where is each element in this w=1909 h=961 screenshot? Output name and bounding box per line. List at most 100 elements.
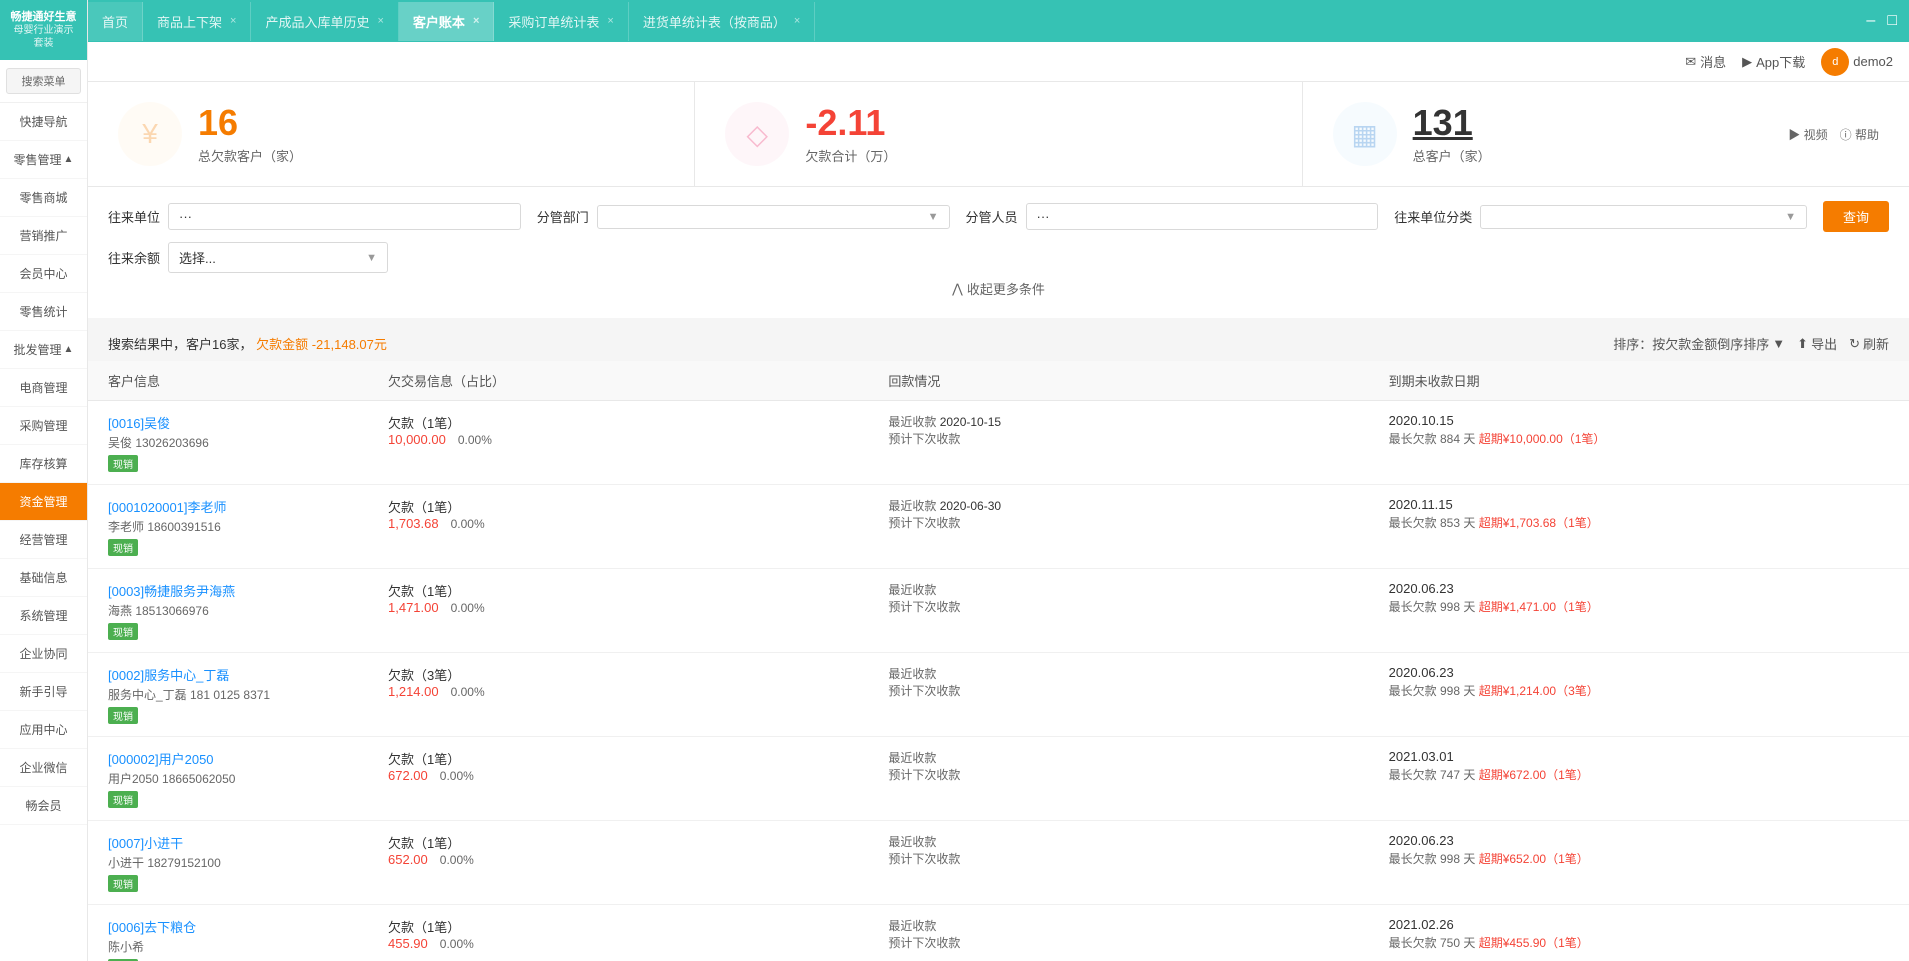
sidebar-item-member[interactable]: 会员中心 [0, 255, 87, 293]
debt-amount-1[interactable]: 1,703.68 [388, 516, 439, 531]
balance-select[interactable]: 选择... ▼ [168, 242, 388, 273]
refresh-btn[interactable]: ↻ 刷新 [1849, 334, 1889, 353]
partner-input[interactable]: ··· [168, 203, 521, 230]
search-menu-button[interactable]: 搜索菜单 [6, 68, 81, 94]
sidebar-item-enterprise[interactable]: 企业协同 [0, 635, 87, 673]
overdue-link-2[interactable]: 超期¥1,471.00（1笔） [1479, 600, 1599, 614]
filter-area: 往来单位 ··· 分管部门 ▼ 分管人员 ··· [88, 187, 1909, 318]
search-button[interactable]: 查询 [1823, 201, 1889, 232]
overdue-link-4[interactable]: 超期¥672.00（1笔） [1479, 768, 1589, 782]
sidebar-item-app-center[interactable]: 应用中心 [0, 711, 87, 749]
sidebar-logo[interactable]: 畅捷通好生意 母婴行业演示套装 [0, 0, 87, 60]
customer-tag-0: 现销 [108, 455, 138, 472]
customer-name-6[interactable]: [0006]去下粮仓 [108, 920, 196, 935]
sidebar-item-finance[interactable]: 资金管理 [0, 483, 87, 521]
sidebar-item-vip[interactable]: 畅会员 [0, 787, 87, 825]
customer-phone-1: 李老师 18600391516 [108, 518, 388, 535]
export-btn[interactable]: ⬆ 导出 [1797, 334, 1837, 353]
overdue-link-5[interactable]: 超期¥652.00（1笔） [1479, 852, 1589, 866]
debt-count-1: 欠款（1笔） [388, 497, 888, 516]
sidebar-search[interactable]: 搜索菜单 [0, 60, 87, 103]
collapse-button[interactable]: ⋀ 收起更多条件 [108, 273, 1889, 304]
tab-products-offline[interactable]: 商品上下架× [143, 2, 251, 41]
partner-type-select[interactable]: ▼ [1480, 205, 1807, 229]
customer-name-5[interactable]: [0007]小进干 [108, 836, 183, 851]
sort-label[interactable]: 排序：按欠款金额倒序排序 ▼ [1613, 334, 1785, 353]
tab-close-products-offline[interactable]: × [230, 15, 236, 27]
tab-close-production-history[interactable]: × [377, 15, 383, 27]
total-customers-number[interactable]: 131 [1413, 103, 1773, 143]
customer-phone-6: 陈小希 [108, 938, 388, 955]
partner-label: 往来单位 [108, 207, 160, 226]
partner-dots: ··· [179, 209, 192, 224]
overdue-link-3[interactable]: 超期¥1,214.00（3笔） [1479, 684, 1599, 698]
customer-phone-3: 服务中心_丁磊 181 0125 8371 [108, 686, 388, 703]
overdue-link-1[interactable]: 超期¥1,703.68（1笔） [1479, 516, 1599, 530]
manager-input[interactable]: ··· [1026, 203, 1379, 230]
table-col-1: 欠交易信息（占比） [388, 371, 888, 390]
sidebar-item-marketing[interactable]: 营销推广 [0, 217, 87, 255]
debt-count-5: 欠款（1笔） [388, 833, 888, 852]
stats-row: ¥ 16 总欠款客户（家） ◇ -2.11 欠款合计（万） ▦ 131 总客户（… [88, 82, 1909, 187]
tab-label-customer-account: 客户账本 [413, 12, 465, 31]
sidebar-item-wechat[interactable]: 企业微信 [0, 749, 87, 787]
sidebar-item-retail-stats[interactable]: 零售统计 [0, 293, 87, 331]
tab-production-history[interactable]: 产成品入库单历史× [251, 2, 398, 41]
balance-filter: 往来余额 选择... ▼ [108, 242, 388, 273]
minimize-button[interactable]: – [1862, 8, 1879, 34]
sidebar-item-newbie[interactable]: 新手引导 [0, 673, 87, 711]
debt-amount-6[interactable]: 455.90 [388, 936, 428, 951]
customer-name-4[interactable]: [000002]用户2050 [108, 752, 214, 767]
owed-amount-number[interactable]: -2.11 [805, 103, 1271, 143]
tab-close-customer-account[interactable]: × [473, 15, 479, 27]
sidebar-item-inventory[interactable]: 库存核算 [0, 445, 87, 483]
debt-amount-2[interactable]: 1,471.00 [388, 600, 439, 615]
customer-cell-1: [0001020001]李老师 李老师 18600391516 现销 [108, 497, 388, 556]
due-date-1: 2020.11.15 [1389, 497, 1889, 512]
sidebar-item-quick-nav[interactable]: 快捷导航 [0, 103, 87, 141]
debt-amount-3[interactable]: 1,214.00 [388, 684, 439, 699]
debt-pct-2: 0.00% [451, 601, 485, 615]
overdue-link-6[interactable]: 超期¥455.90（1笔） [1479, 936, 1589, 950]
due-date-3: 2020.06.23 [1389, 665, 1889, 680]
debt-count-6: 欠款（1笔） [388, 917, 888, 936]
user-profile[interactable]: d demo2 [1821, 48, 1893, 76]
customer-name-0[interactable]: [0016]吴俊 [108, 416, 170, 431]
customer-name-2[interactable]: [0003]畅捷服务尹海燕 [108, 584, 235, 599]
customer-name-1[interactable]: [0001020001]李老师 [108, 500, 227, 515]
sidebar-item-basic-info[interactable]: 基础信息 [0, 559, 87, 597]
debt-amount-5[interactable]: 652.00 [388, 852, 428, 867]
owed-customers-number[interactable]: 16 [198, 103, 664, 143]
sidebar-item-system[interactable]: 系统管理 [0, 597, 87, 635]
sidebar-item-ecommerce[interactable]: 电商管理 [0, 369, 87, 407]
due-date-4: 2021.03.01 [1389, 749, 1889, 764]
tab-home[interactable]: 首页 [88, 2, 143, 41]
last-payment-label-4: 最近收款 [888, 751, 936, 765]
sidebar-item-purchase[interactable]: 采购管理 [0, 407, 87, 445]
sidebar-item-batch-mgmt[interactable]: 批发管理▲ [0, 331, 87, 369]
overdue-info-5: 最长欠款 998 天 超期¥652.00（1笔） [1389, 850, 1889, 867]
sort-arrow-icon: ▼ [1772, 336, 1785, 351]
debt-amount-0[interactable]: 10,000.00 [388, 432, 446, 447]
sidebar-item-retail-mgmt[interactable]: 零售管理▲ [0, 141, 87, 179]
department-select[interactable]: ▼ [597, 205, 950, 229]
overdue-link-0[interactable]: 超期¥10,000.00（1笔） [1479, 432, 1606, 446]
tab-close-purchase-order[interactable]: × [607, 15, 613, 27]
next-payment-info-6: 预计下次收款 [888, 934, 1388, 951]
app-download-btn[interactable]: ▶ App下载 [1742, 52, 1805, 71]
tab-inventory-stats[interactable]: 进货单统计表（按商品）× [629, 2, 815, 41]
results-amount: 欠款金额 -21,148.07元 [256, 337, 387, 352]
sidebar-item-retail-mall[interactable]: 零售商城 [0, 179, 87, 217]
next-payment-label-2: 预计下次收款 [888, 600, 960, 614]
tab-customer-account[interactable]: 客户账本 × [399, 2, 494, 41]
debt-amount-4[interactable]: 672.00 [388, 768, 428, 783]
sidebar-item-operations[interactable]: 经营管理 [0, 521, 87, 559]
help-btn[interactable]: ⓘ 帮助 [1840, 126, 1879, 143]
tab-close-inventory-stats[interactable]: × [794, 15, 800, 27]
tab-purchase-order[interactable]: 采购订单统计表× [494, 2, 628, 41]
video-btn[interactable]: ▶ 视频 [1788, 126, 1827, 143]
customer-name-3[interactable]: [0002]服务中心_丁磊 [108, 668, 229, 683]
message-btn[interactable]: ✉ 消息 [1685, 52, 1726, 71]
maximize-button[interactable]: □ [1883, 8, 1901, 34]
table-col-0: 客户信息 [108, 371, 388, 390]
